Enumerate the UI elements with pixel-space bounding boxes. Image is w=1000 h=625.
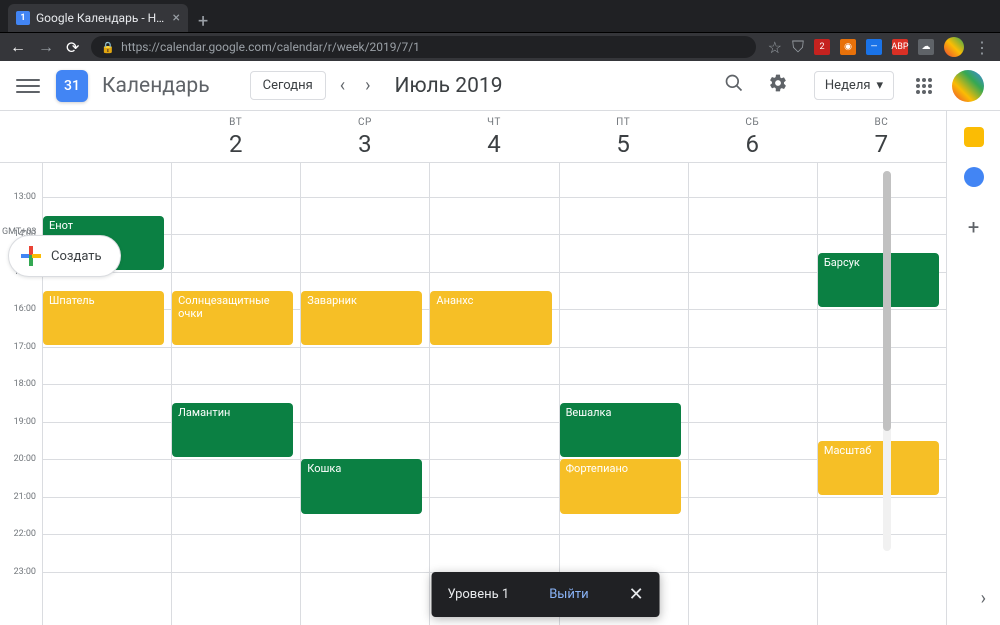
right-rail: + › <box>946 111 1000 625</box>
events-layer: ЕнотШпательСолнцезащитные очкиЛамантинЗа… <box>42 163 946 625</box>
app-header: 31 Календарь Сегодня ‹ › Июль 2019 Недел… <box>0 61 1000 111</box>
ext-icon-1[interactable]: 2 <box>814 39 830 55</box>
calendar-event[interactable]: Ананхс <box>430 291 551 345</box>
tasks-icon[interactable] <box>964 167 984 187</box>
scrollbar-thumb[interactable] <box>883 171 891 431</box>
calendar-logo: 31 <box>56 70 88 102</box>
lock-icon: 🔒 <box>101 41 115 54</box>
reload-icon[interactable]: ⟳ <box>66 38 79 57</box>
calendar-event[interactable]: Заварник <box>301 291 422 345</box>
hour-label: 20:00 <box>14 454 42 464</box>
day-num: 6 <box>688 130 817 158</box>
chevron-down-icon: ▾ <box>876 78 883 93</box>
collapse-rail-icon[interactable]: › <box>981 588 986 609</box>
add-addon-icon[interactable]: + <box>968 215 979 239</box>
day-header[interactable]: СР 3 <box>300 111 429 162</box>
settings-icon[interactable] <box>760 73 796 98</box>
day-abbr: ВТ <box>171 117 300 128</box>
day-header[interactable]: СБ 6 <box>688 111 817 162</box>
url-bar: ← → ⟳ 🔒 https://calendar.google.com/cale… <box>0 32 1000 61</box>
day-header[interactable]: ВС 7 <box>817 111 946 162</box>
url-text: https://calendar.google.com/calendar/r/w… <box>121 40 420 54</box>
view-label: Неделя <box>825 78 871 93</box>
shield-icon[interactable]: ⛉ <box>792 37 804 57</box>
hour-label: 16:00 <box>14 304 42 314</box>
close-icon[interactable]: ✕ <box>629 584 644 605</box>
month-label: Июль 2019 <box>395 74 708 98</box>
day-num: 5 <box>559 130 688 158</box>
hour-label: 21:00 <box>14 492 42 502</box>
calendar-grid: ВТ2СР3ЧТ4ПТ5СБ6ВС7 GMT+03 13:0014:0015:0… <box>0 111 946 625</box>
browser-profile-avatar[interactable] <box>944 37 964 57</box>
day-header-row: ВТ 2СР 3ЧТ 4ПТ 5СБ 6ВС 7 <box>0 111 946 163</box>
tab-title: Google Календарь - Неделя: <box>36 11 167 25</box>
view-selector[interactable]: Неделя ▾ <box>814 71 894 100</box>
main: Создать ВТ2СР3ЧТ4ПТ5СБ6ВС7 GMT+03 13:001… <box>0 111 1000 625</box>
calendar-event[interactable]: Ламантин <box>172 403 293 457</box>
tab-favicon: 1 <box>16 11 30 25</box>
toast: Уровень 1 Выйти ✕ <box>432 572 660 617</box>
prev-week-icon[interactable]: ‹ <box>334 75 351 96</box>
hour-label: 18:00 <box>14 379 42 389</box>
hour-label: 23:00 <box>14 567 42 577</box>
day-num: 2 <box>171 130 300 158</box>
calendar-event[interactable]: Масштаб <box>818 441 939 495</box>
day-header[interactable]: ВТ 2 <box>171 111 300 162</box>
close-icon[interactable]: × <box>173 10 180 26</box>
day-header[interactable] <box>42 111 171 162</box>
day-header[interactable]: ПТ 5 <box>559 111 688 162</box>
extension-icons: ☆ ⛉ 2 ◉ — AВР ☁ ⋮ <box>768 37 990 57</box>
scrollbar[interactable] <box>883 171 891 551</box>
calendar-event[interactable]: Барсук <box>818 253 939 307</box>
next-week-icon[interactable]: › <box>359 75 376 96</box>
keep-icon[interactable] <box>964 127 984 147</box>
calendar-event[interactable]: Солнцезащитные очки <box>172 291 293 345</box>
day-abbr: СР <box>300 117 429 128</box>
plus-icon <box>19 244 43 268</box>
browser-menu-icon[interactable]: ⋮ <box>974 38 990 57</box>
calendar-event[interactable]: Фортепиано <box>560 459 681 513</box>
day-num: 3 <box>300 130 429 158</box>
calendar-event[interactable]: Кошка <box>301 459 422 513</box>
day-abbr: ПТ <box>559 117 688 128</box>
profile-avatar[interactable] <box>952 70 984 102</box>
calendar-event[interactable]: Шпатель <box>43 291 164 345</box>
back-icon[interactable]: ← <box>10 37 26 57</box>
tab-bar: 1 Google Календарь - Неделя: × + <box>0 0 1000 32</box>
grid-body[interactable]: 13:0014:0015:0016:0017:0018:0019:0020:00… <box>0 163 946 625</box>
address-bar[interactable]: 🔒 https://calendar.google.com/calendar/r… <box>91 36 755 58</box>
today-button[interactable]: Сегодня <box>250 71 326 100</box>
toast-message: Уровень 1 <box>448 587 510 602</box>
browser-tab[interactable]: 1 Google Календарь - Неделя: × <box>8 4 188 32</box>
hour-label: 13:00 <box>14 192 42 202</box>
calendar-event[interactable]: Вешалка <box>560 403 681 457</box>
day-header[interactable]: ЧТ 4 <box>429 111 558 162</box>
create-button[interactable]: Создать <box>8 235 121 277</box>
star-icon[interactable]: ☆ <box>768 38 782 57</box>
new-tab-button[interactable]: + <box>188 11 218 32</box>
ext-icon-2[interactable]: ◉ <box>840 39 856 55</box>
ext-icon-3[interactable]: — <box>866 39 882 55</box>
hour-label: 22:00 <box>14 529 42 539</box>
ext-icon-abp[interactable]: AВР <box>892 39 908 55</box>
day-abbr: ВС <box>817 117 946 128</box>
day-num: 4 <box>429 130 558 158</box>
day-abbr: ЧТ <box>429 117 558 128</box>
app-title: Календарь <box>102 74 210 98</box>
toast-action[interactable]: Выйти <box>549 587 588 602</box>
ext-icon-cloud[interactable]: ☁ <box>918 39 934 55</box>
menu-icon[interactable] <box>16 74 40 98</box>
search-icon[interactable] <box>716 73 752 98</box>
create-label: Создать <box>51 249 102 264</box>
hour-label: 19:00 <box>14 417 42 427</box>
forward-icon[interactable]: → <box>38 37 54 57</box>
hour-label: 17:00 <box>14 342 42 352</box>
day-abbr: СБ <box>688 117 817 128</box>
google-apps-icon[interactable] <box>912 74 936 98</box>
day-num: 7 <box>817 130 946 158</box>
browser-chrome: 1 Google Календарь - Неделя: × + ← → ⟳ 🔒… <box>0 0 1000 61</box>
